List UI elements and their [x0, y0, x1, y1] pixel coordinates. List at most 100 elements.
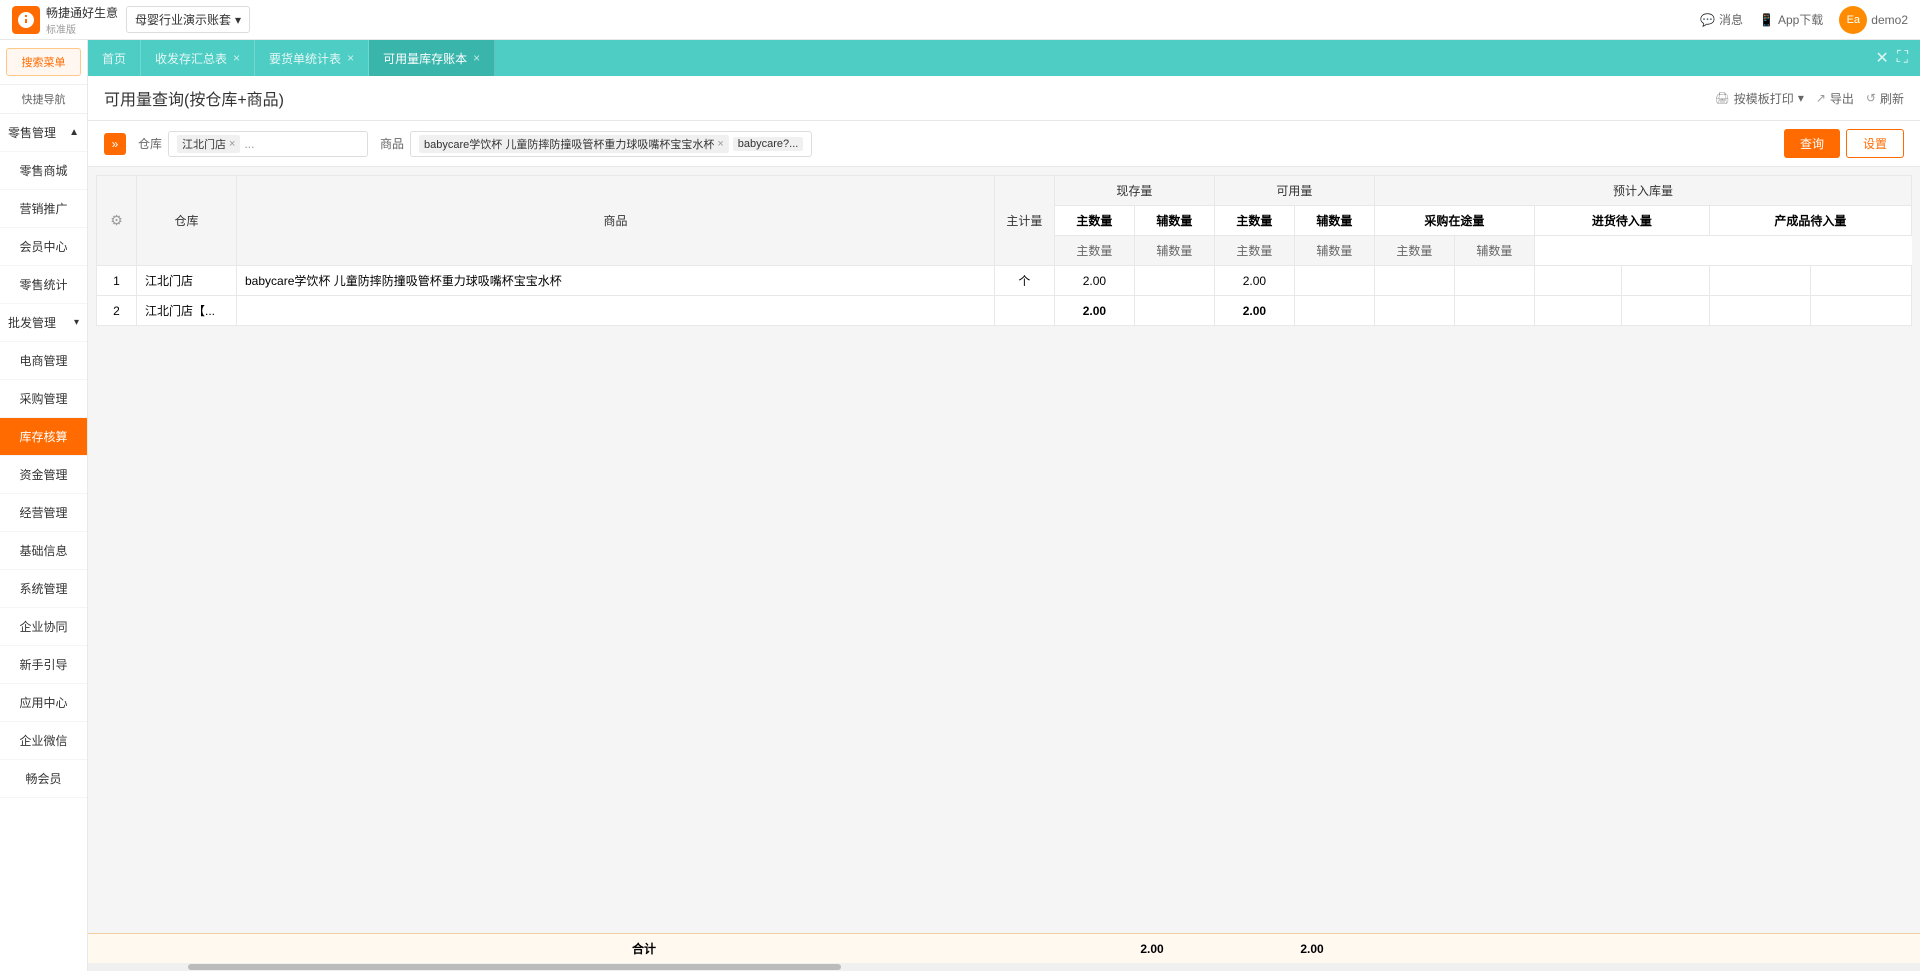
page-header: 可用量查询(按仓库+商品) 🖨 按模板打印 ▾ ↗ 导出 ↺ 刷新 — [88, 76, 1920, 121]
sidebar-item-retail-mall[interactable]: 零售商城 — [0, 152, 87, 190]
th-warehouse: 仓库 — [137, 176, 237, 266]
close-tab-2-icon[interactable]: × — [347, 51, 354, 65]
quick-nav-btn[interactable]: 快捷导航 — [0, 85, 87, 114]
warehouse-filter-label: 仓库 — [138, 135, 162, 152]
row-1-unit: 个 — [994, 266, 1054, 296]
sidebar-item-operations[interactable]: 经营管理 — [0, 494, 87, 532]
close-tab-1-icon[interactable]: × — [233, 51, 240, 65]
sidebar: 搜索菜单 快捷导航 零售管理 ▲ 零售商城 营销推广 会员中心 零售统计 批发管… — [0, 40, 88, 971]
page-title: 可用量查询(按仓库+商品) — [104, 86, 284, 110]
logo-icon — [12, 6, 40, 34]
expand-window-icon[interactable]: ⛶ — [1897, 49, 1908, 67]
tab-available-inventory[interactable]: 可用量库存账本 × — [369, 40, 495, 76]
sidebar-item-new-guide[interactable]: 新手引导 — [0, 646, 87, 684]
table-footer: 合计 2.00 2.00 — [88, 933, 1920, 963]
row-2-stock-aux — [1134, 296, 1214, 326]
gear-settings-icon[interactable]: ⚙ — [110, 212, 123, 228]
th-avail-aux: 辅数量 — [1294, 206, 1374, 236]
sidebar-item-member-center[interactable]: 会员中心 — [0, 228, 87, 266]
th-product: 商品 — [237, 176, 995, 266]
query-btn[interactable]: 查询 — [1784, 129, 1840, 158]
industry-select[interactable]: 母婴行业演示账套 ▾ — [126, 6, 250, 33]
row-2-pt-main — [1374, 296, 1454, 326]
top-bar: 畅捷通好生意 标准版 母婴行业演示账套 ▾ 💬 消息 📱 App下载 Ea de… — [0, 0, 1920, 40]
close-tab-3-icon[interactable]: × — [473, 51, 480, 65]
row-2-stock-main: 2.00 — [1054, 296, 1134, 326]
sidebar-item-purchase[interactable]: 采购管理 — [0, 380, 87, 418]
sidebar-item-wholesale-mgmt[interactable]: 批发管理 ▾ — [0, 304, 87, 342]
scrollbar-area[interactable] — [88, 963, 1920, 971]
download-btn[interactable]: 📱 App下载 — [1759, 11, 1823, 28]
sidebar-item-enterprise-collab[interactable]: 企业协同 — [0, 608, 87, 646]
tab-bar: 首页 收发存汇总表 × 要货单统计表 × 可用量库存账本 × ✕ ⛶ — [88, 40, 1920, 76]
filter-expand-btn[interactable]: » — [104, 133, 126, 155]
sidebar-item-ecommerce[interactable]: 电商管理 — [0, 342, 87, 380]
chevron-up-icon: ▲ — [69, 127, 79, 138]
product-filter-input[interactable]: babycare学饮杯 儿童防摔防撞吸管杯重力球吸嘴杯宝宝水杯 × babyca… — [410, 131, 812, 157]
close-window-icon[interactable]: ✕ — [1875, 48, 1888, 68]
row-2-warehouse: 江北门店【... — [137, 296, 237, 326]
print-btn[interactable]: 🖨 按模板打印 ▾ — [1715, 90, 1804, 107]
table-row: 1 江北门店 babycare学饮杯 儿童防摔防撞吸管杯重力球吸嘴杯宝宝水杯 个… — [97, 266, 1912, 296]
settings-btn[interactable]: 设置 — [1846, 129, 1904, 158]
product-tag-1: babycare学饮杯 儿童防摔防撞吸管杯重力球吸嘴杯宝宝水杯 × — [419, 135, 729, 153]
sidebar-item-enterprise-wechat[interactable]: 企业微信 — [0, 722, 87, 760]
sidebar-search-area: 搜索菜单 — [0, 40, 87, 85]
th-stock-main: 主数量 — [1054, 206, 1134, 236]
th-avail-main: 主数量 — [1214, 206, 1294, 236]
th-pt-aux: 辅数量 — [1134, 236, 1214, 266]
tab-receivable-summary[interactable]: 收发存汇总表 × — [141, 40, 255, 76]
sidebar-item-finance[interactable]: 资金管理 — [0, 456, 87, 494]
sidebar-item-retail-mgmt[interactable]: 零售管理 ▲ — [0, 114, 87, 152]
footer-avail-main: 2.00 — [1272, 942, 1352, 956]
table-row: 2 江北门店【... 2.00 2.00 — [97, 296, 1912, 326]
sidebar-item-app-center[interactable]: 应用中心 — [0, 684, 87, 722]
user-menu[interactable]: Ea demo2 — [1839, 6, 1908, 34]
row-2-inc-aux — [1622, 296, 1709, 326]
tab-order-stats[interactable]: 要货单统计表 × — [255, 40, 369, 76]
row-2-avail-main: 2.00 — [1214, 296, 1294, 326]
th-prod-main: 主数量 — [1374, 236, 1454, 266]
row-2-prod-aux — [1810, 296, 1911, 326]
remove-warehouse-tag-icon[interactable]: × — [229, 138, 235, 150]
sidebar-item-member[interactable]: 畅会员 — [0, 760, 87, 798]
sidebar-item-inventory[interactable]: 库存核算 — [0, 418, 87, 456]
row-2-prod-main — [1709, 296, 1810, 326]
window-controls: ✕ ⛶ — [1863, 48, 1920, 68]
export-icon: ↗ — [1816, 91, 1826, 105]
filter-more-icon[interactable]: ... — [244, 137, 254, 151]
warehouse-filter-group: 仓库 江北门店 × ... — [138, 131, 368, 157]
row-1-prod-main — [1709, 266, 1810, 296]
top-bar-right: 💬 消息 📱 App下载 Ea demo2 — [1700, 6, 1908, 34]
row-1-inc-aux — [1622, 266, 1709, 296]
sidebar-item-marketing[interactable]: 营销推广 — [0, 190, 87, 228]
th-inc-main: 主数量 — [1214, 236, 1294, 266]
th-stock-aux: 辅数量 — [1134, 206, 1214, 236]
sidebar-item-system-mgmt[interactable]: 系统管理 — [0, 570, 87, 608]
content-area: 首页 收发存汇总表 × 要货单统计表 × 可用量库存账本 × ✕ ⛶ — [88, 40, 1920, 971]
th-inc-aux: 辅数量 — [1294, 236, 1374, 266]
row-1-stock-aux — [1134, 266, 1214, 296]
table-container: ⚙ 仓库 商品 主计量 现存量 可用量 预计入库量 主数量 辅数量 — [88, 167, 1920, 933]
tab-home[interactable]: 首页 — [88, 40, 141, 76]
warehouse-filter-input[interactable]: 江北门店 × ... — [168, 131, 368, 157]
row-2-inc-main — [1534, 296, 1621, 326]
th-available: 可用量 — [1214, 176, 1374, 206]
logo-area: 畅捷通好生意 标准版 — [12, 4, 118, 36]
search-menu-btn[interactable]: 搜索菜单 — [6, 48, 81, 76]
message-btn[interactable]: 💬 消息 — [1700, 11, 1743, 28]
warehouse-tag: 江北门店 × — [177, 135, 240, 153]
sidebar-item-retail-stats[interactable]: 零售统计 — [0, 266, 87, 304]
row-2-unit — [994, 296, 1054, 326]
print-icon: 🖨 — [1715, 91, 1730, 105]
sidebar-item-basic-info[interactable]: 基础信息 — [0, 532, 87, 570]
th-gear: ⚙ — [97, 176, 137, 266]
remove-product-tag1-icon[interactable]: × — [717, 138, 723, 150]
export-btn[interactable]: ↗ 导出 — [1816, 90, 1854, 107]
row-1-no: 1 — [97, 266, 137, 296]
filter-actions: 查询 设置 — [1784, 129, 1904, 158]
data-table: ⚙ 仓库 商品 主计量 现存量 可用量 预计入库量 主数量 辅数量 — [96, 175, 1912, 326]
th-prod-aux: 辅数量 — [1454, 236, 1534, 266]
th-incoming: 进货待入量 — [1534, 206, 1709, 236]
refresh-btn[interactable]: ↺ 刷新 — [1866, 90, 1904, 107]
